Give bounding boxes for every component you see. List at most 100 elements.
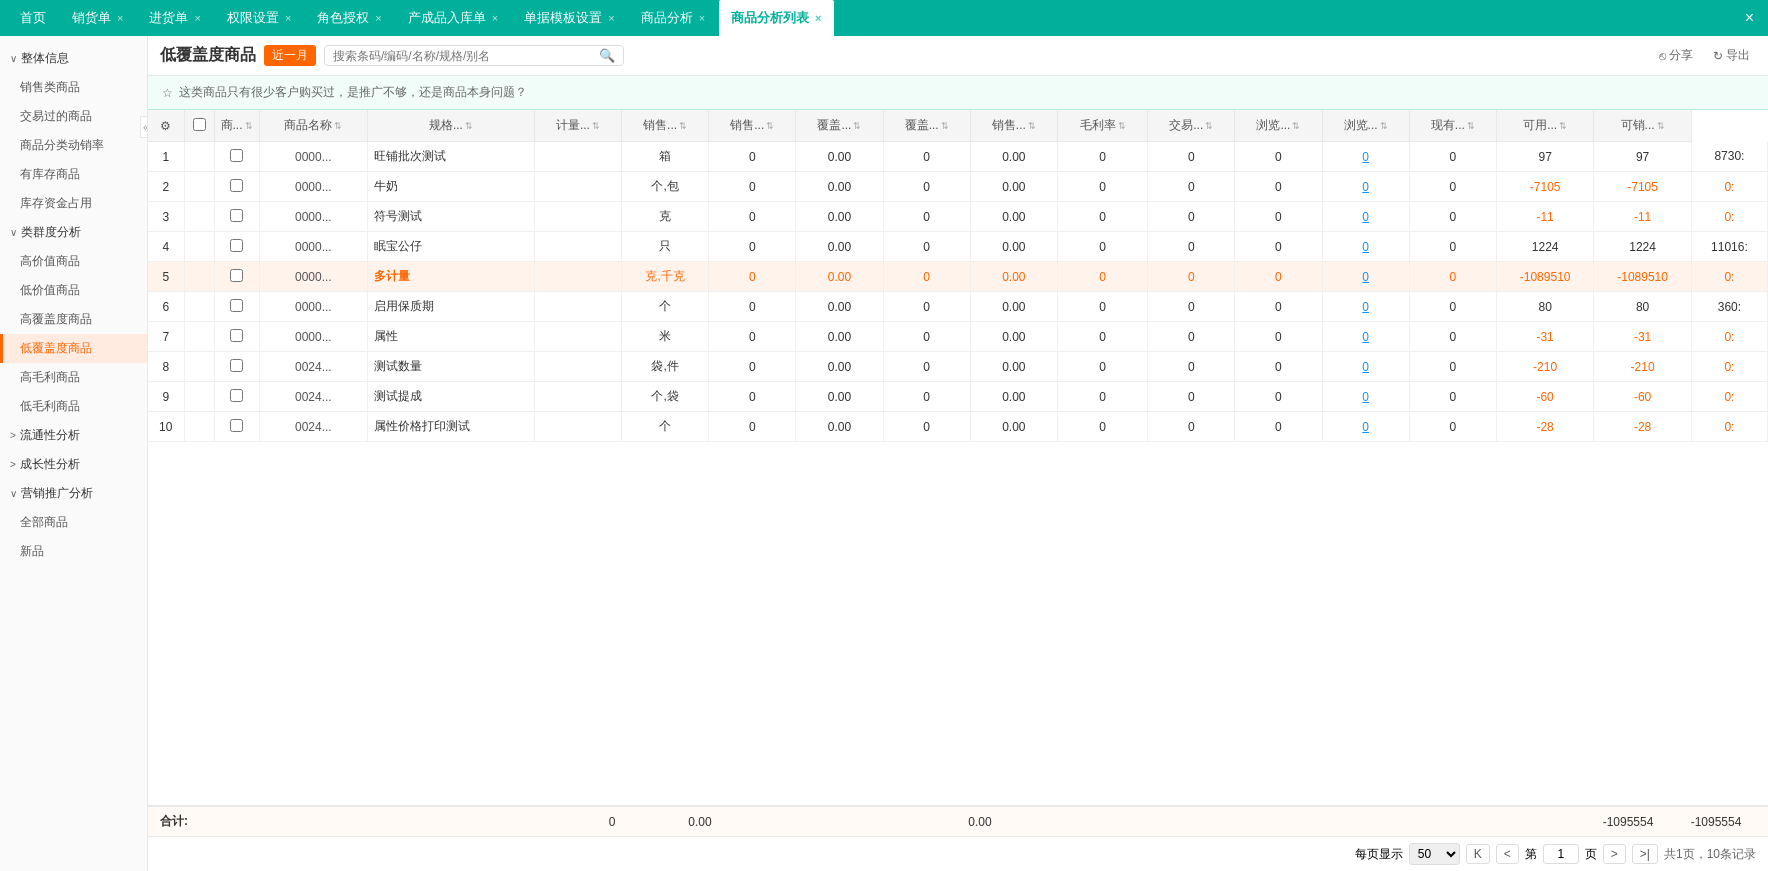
row-browse1[interactable]: 0 — [1322, 232, 1409, 262]
row-checkbox[interactable] — [214, 322, 259, 352]
th-browse1[interactable]: 浏览...⇅ — [1235, 110, 1322, 142]
th-gross-rate[interactable]: 毛利率⇅ — [1057, 110, 1147, 142]
close-analysis-tab-icon[interactable]: × — [699, 12, 705, 24]
th-settings[interactable]: ⚙ — [148, 110, 184, 142]
th-cover2[interactable]: 覆盖...⇅ — [883, 110, 970, 142]
row-select-checkbox[interactable] — [230, 419, 243, 432]
row-browse1[interactable]: 0 — [1322, 412, 1409, 442]
row-browse1[interactable]: 0 — [1322, 172, 1409, 202]
th-trade[interactable]: 交易...⇅ — [1148, 110, 1235, 142]
nav-tab-permission[interactable]: 权限设置 × — [215, 0, 303, 36]
sidebar-item-all-products[interactable]: 全部商品 — [0, 508, 147, 537]
next-page-button[interactable]: > — [1603, 844, 1626, 864]
nav-tab-production[interactable]: 产成品入库单 × — [396, 0, 510, 36]
prev-page-button[interactable]: < — [1496, 844, 1519, 864]
row-checkbox[interactable] — [214, 382, 259, 412]
row-checkbox[interactable] — [214, 232, 259, 262]
nav-tab-home[interactable]: 首页 — [8, 0, 58, 36]
row-select-checkbox[interactable] — [230, 269, 243, 282]
sidebar-item-traded-products[interactable]: 交易过的商品 — [0, 102, 147, 131]
row-select-checkbox[interactable] — [230, 209, 243, 222]
sidebar-section-marketing[interactable]: ∨ 营销推广分析 — [0, 479, 147, 508]
row-browse1[interactable]: 0 — [1322, 262, 1409, 292]
sidebar-section-cluster[interactable]: ∨ 类群度分析 — [0, 218, 147, 247]
th-current-stock[interactable]: 现有...⇅ — [1409, 110, 1496, 142]
row-select-checkbox[interactable] — [230, 149, 243, 162]
row-checkbox[interactable] — [214, 142, 259, 172]
row-select-checkbox[interactable] — [230, 299, 243, 312]
sidebar-section-growth[interactable]: > 成长性分析 — [0, 450, 147, 479]
sidebar-section-overall[interactable]: ∨ 整体信息 — [0, 44, 147, 73]
row-select-checkbox[interactable] — [230, 389, 243, 402]
sidebar-item-high-coverage[interactable]: 高覆盖度商品 — [0, 305, 147, 334]
sidebar-item-low-margin[interactable]: 低毛利商品 — [0, 392, 147, 421]
close-analysis-list-tab-icon[interactable]: × — [815, 12, 821, 24]
th-browse2[interactable]: 浏览...⇅ — [1322, 110, 1409, 142]
row-select-checkbox[interactable] — [230, 179, 243, 192]
row-number: 9 — [148, 382, 184, 412]
row-checkbox[interactable] — [214, 262, 259, 292]
nav-tab-template[interactable]: 单据模板设置 × — [512, 0, 626, 36]
row-browse1[interactable]: 0 — [1322, 142, 1409, 172]
row-unit: 个,袋 — [621, 382, 708, 412]
close-sales-tab-icon[interactable]: × — [117, 12, 123, 24]
th-sales-other[interactable]: 销售...⇅ — [970, 110, 1057, 142]
th-spec[interactable]: 规格...⇅ — [368, 110, 535, 142]
th-sales-amt[interactable]: 销售...⇅ — [709, 110, 796, 142]
row-checkbox[interactable] — [214, 412, 259, 442]
sidebar-section-circulation[interactable]: > 流通性分析 — [0, 421, 147, 450]
row-checkbox[interactable] — [214, 202, 259, 232]
sidebar-item-high-value[interactable]: 高价值商品 — [0, 247, 147, 276]
nav-tab-analysis[interactable]: 商品分析 × — [629, 0, 717, 36]
nav-tab-purchase[interactable]: 进货单 × — [137, 0, 212, 36]
row-select-checkbox[interactable] — [230, 359, 243, 372]
th-sales-qty[interactable]: 销售...⇅ — [621, 110, 708, 142]
row-select-checkbox[interactable] — [230, 329, 243, 342]
close-permission-tab-icon[interactable]: × — [285, 12, 291, 24]
sidebar-item-low-value[interactable]: 低价值商品 — [0, 276, 147, 305]
row-select-checkbox[interactable] — [230, 239, 243, 252]
row-browse1[interactable]: 0 — [1322, 202, 1409, 232]
sidebar-item-low-coverage[interactable]: 低覆盖度商品 — [0, 334, 147, 363]
row-checkbox[interactable] — [214, 292, 259, 322]
sidebar-item-stocked-products[interactable]: 有库存商品 — [0, 160, 147, 189]
export-button[interactable]: ↻ 导出 — [1707, 44, 1756, 67]
th-name[interactable]: 商品名称⇅ — [259, 110, 368, 142]
th-sellable[interactable]: 可销...⇅ — [1594, 110, 1691, 142]
th-checkbox[interactable] — [184, 110, 214, 142]
th-available-stock[interactable]: 可用...⇅ — [1496, 110, 1593, 142]
sidebar-collapse-button[interactable]: « — [140, 116, 148, 138]
page-number-input[interactable] — [1543, 844, 1579, 864]
period-button[interactable]: 近一月 — [264, 45, 316, 66]
th-unit[interactable]: 计量...⇅ — [534, 110, 621, 142]
nav-tab-role[interactable]: 角色授权 × — [305, 0, 393, 36]
close-production-tab-icon[interactable]: × — [492, 12, 498, 24]
close-role-tab-icon[interactable]: × — [375, 12, 381, 24]
select-all-checkbox[interactable] — [193, 118, 206, 131]
sidebar-item-stock-capital[interactable]: 库存资金占用 — [0, 189, 147, 218]
nav-tab-sales[interactable]: 销货单 × — [60, 0, 135, 36]
row-checkbox[interactable] — [214, 352, 259, 382]
row-browse1[interactable]: 0 — [1322, 322, 1409, 352]
share-button[interactable]: ⎋ 分享 — [1653, 44, 1699, 67]
row-checkbox[interactable] — [214, 172, 259, 202]
nav-tab-analysis-list[interactable]: 商品分析列表 × — [719, 0, 833, 36]
page-size-select[interactable]: 50 20 100 200 — [1409, 843, 1460, 865]
row-browse1[interactable]: 0 — [1322, 292, 1409, 322]
last-page-button[interactable]: >| — [1632, 844, 1658, 864]
first-page-button[interactable]: K — [1466, 844, 1490, 864]
search-input[interactable] — [333, 49, 599, 63]
window-close-button[interactable]: × — [1739, 9, 1760, 27]
close-purchase-tab-icon[interactable]: × — [194, 12, 200, 24]
sidebar-item-new-products[interactable]: 新品 — [0, 537, 147, 566]
sidebar-item-high-margin[interactable]: 高毛利商品 — [0, 363, 147, 392]
th-code[interactable]: 商...⇅ — [214, 110, 259, 142]
table-row: 6 0000... 启用保质期 个 0 0.00 0 0.00 0 0 0 0 … — [148, 292, 1768, 322]
sidebar-item-category-rate[interactable]: 商品分类动销率 — [0, 131, 147, 160]
row-browse1[interactable]: 0 — [1322, 382, 1409, 412]
row-sales-qty: 0 — [709, 202, 796, 232]
row-browse1[interactable]: 0 — [1322, 352, 1409, 382]
close-template-tab-icon[interactable]: × — [608, 12, 614, 24]
th-cover1[interactable]: 覆盖...⇅ — [796, 110, 883, 142]
sidebar-item-sales-products[interactable]: 销售类商品 — [0, 73, 147, 102]
